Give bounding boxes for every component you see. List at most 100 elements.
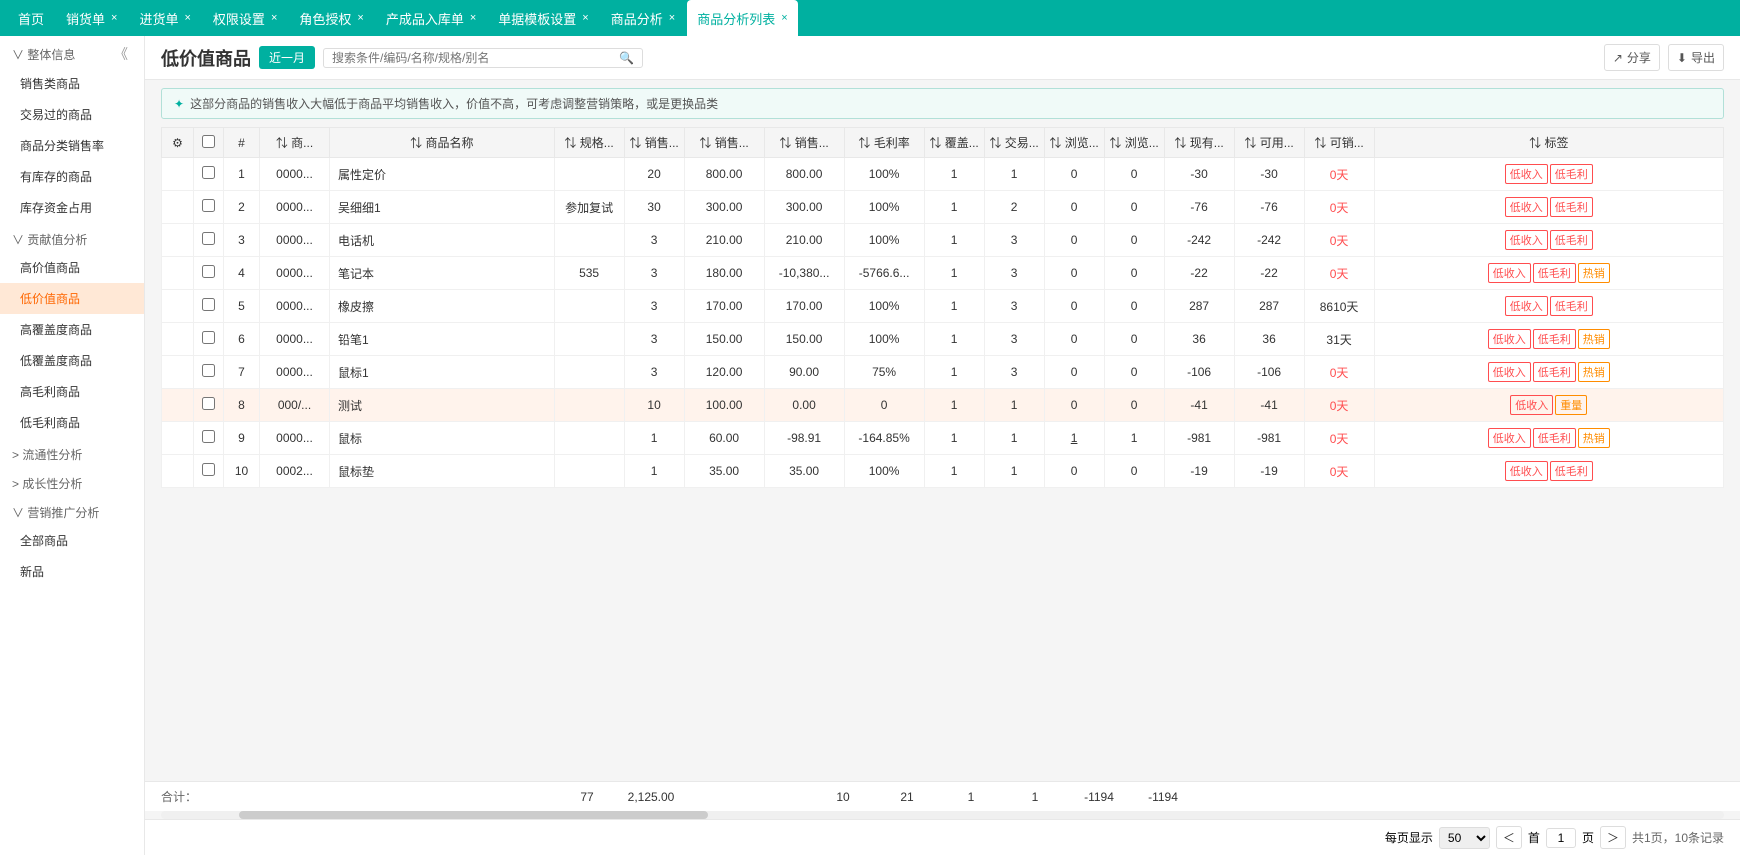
export-btn[interactable]: ⬇ 导出 bbox=[1668, 44, 1724, 71]
sidebar-group-flow[interactable]: > 流通性分析 bbox=[0, 438, 144, 467]
nav-purchase-close[interactable]: × bbox=[184, 12, 190, 24]
sidebar-group-contribution[interactable]: ∨ 贡献值分析 bbox=[0, 223, 144, 252]
col-code[interactable]: ⇅ 商... bbox=[260, 128, 330, 158]
row-checkbox[interactable] bbox=[202, 397, 215, 410]
cell-cover: 1 bbox=[924, 158, 984, 191]
cell-check[interactable] bbox=[194, 389, 224, 422]
cell-check[interactable] bbox=[194, 323, 224, 356]
sidebar-item-sales-goods[interactable]: 销售类商品 bbox=[0, 68, 144, 99]
sidebar-item-category-sales[interactable]: 商品分类销售率 bbox=[0, 130, 144, 161]
cell-name: 鼠标垫 bbox=[330, 455, 555, 488]
row-checkbox[interactable] bbox=[202, 166, 215, 179]
page-next-btn[interactable]: ＞ bbox=[1600, 826, 1626, 849]
sidebar-item-low-margin[interactable]: 低毛利商品 bbox=[0, 407, 144, 438]
tag-低毛利: 低毛利 bbox=[1550, 296, 1593, 316]
page-prev-btn[interactable]: ＜ bbox=[1496, 826, 1522, 849]
sidebar-group-marketing[interactable]: ∨ 营销推广分析 bbox=[0, 496, 144, 525]
nav-analysis[interactable]: 商品分析 × bbox=[601, 0, 685, 36]
nav-permission-close[interactable]: × bbox=[271, 12, 277, 24]
cell-check[interactable] bbox=[194, 422, 224, 455]
browse1-link[interactable]: 1 bbox=[1071, 431, 1078, 445]
sidebar-item-high-coverage[interactable]: 高覆盖度商品 bbox=[0, 314, 144, 345]
tag-低毛利: 低毛利 bbox=[1533, 263, 1576, 283]
nav-role[interactable]: 角色授权 × bbox=[289, 0, 373, 36]
col-trade[interactable]: ⇅ 交易... bbox=[984, 128, 1044, 158]
nav-analysis-close[interactable]: × bbox=[669, 12, 675, 24]
col-s3[interactable]: ⇅ 销售... bbox=[764, 128, 844, 158]
cell-check[interactable] bbox=[194, 455, 224, 488]
col-cover[interactable]: ⇅ 覆盖... bbox=[924, 128, 984, 158]
sidebar-item-traded-goods[interactable]: 交易过的商品 bbox=[0, 99, 144, 130]
nav-sales-close[interactable]: × bbox=[111, 12, 117, 24]
cell-s1: 1 bbox=[624, 455, 684, 488]
page-title: 低价值商品 bbox=[161, 45, 251, 71]
col-spec[interactable]: ⇅ 规格... bbox=[554, 128, 624, 158]
col-b2[interactable]: ⇅ 浏览... bbox=[1104, 128, 1164, 158]
cell-check[interactable] bbox=[194, 224, 224, 257]
cell-check[interactable] bbox=[194, 158, 224, 191]
col-check-all[interactable] bbox=[194, 128, 224, 158]
nav-template[interactable]: 单据模板设置 × bbox=[488, 0, 598, 36]
row-checkbox[interactable] bbox=[202, 199, 215, 212]
nav-purchase[interactable]: 进货单 × bbox=[129, 0, 200, 36]
row-checkbox[interactable] bbox=[202, 232, 215, 245]
nav-sales[interactable]: 销货单 × bbox=[56, 0, 127, 36]
cell-s2: 35.00 bbox=[684, 455, 764, 488]
col-st1[interactable]: ⇅ 现有... bbox=[1164, 128, 1234, 158]
row-checkbox[interactable] bbox=[202, 430, 215, 443]
col-st3[interactable]: ⇅ 可销... bbox=[1304, 128, 1374, 158]
sidebar-group-overall[interactable]: ∨ 整体信息 《 bbox=[0, 36, 144, 68]
cell-check[interactable] bbox=[194, 356, 224, 389]
check-all[interactable] bbox=[202, 135, 215, 148]
nav-role-close[interactable]: × bbox=[357, 12, 363, 24]
cell-b1[interactable]: 1 bbox=[1044, 422, 1104, 455]
col-b1[interactable]: ⇅ 浏览... bbox=[1044, 128, 1104, 158]
cell-spec bbox=[554, 422, 624, 455]
sidebar-item-stock-capital[interactable]: 库存资金占用 bbox=[0, 192, 144, 223]
cell-check[interactable] bbox=[194, 191, 224, 224]
cell-s2: 120.00 bbox=[684, 356, 764, 389]
col-name[interactable]: ⇅ 商品名称 bbox=[330, 128, 555, 158]
row-checkbox[interactable] bbox=[202, 331, 215, 344]
page-number-input[interactable] bbox=[1546, 828, 1576, 848]
col-margin[interactable]: ⇅ 毛利率 bbox=[844, 128, 924, 158]
nav-analysis-list-close[interactable]: × bbox=[781, 12, 787, 24]
nav-stock-in-close[interactable]: × bbox=[470, 12, 476, 24]
nav-analysis-list[interactable]: 商品分析列表 × bbox=[687, 0, 797, 36]
cell-st2: -106 bbox=[1234, 356, 1304, 389]
col-s1[interactable]: ⇅ 销售... bbox=[624, 128, 684, 158]
filter-btn[interactable]: 近一月 bbox=[259, 46, 315, 69]
col-settings[interactable]: ⚙ bbox=[162, 128, 194, 158]
table-row: 6 0000... 铅笔1 3 150.00 150.00 100% 1 3 0… bbox=[162, 323, 1724, 356]
nav-home[interactable]: 首页 bbox=[8, 0, 54, 36]
per-page-select[interactable]: 50 100 200 bbox=[1439, 827, 1490, 849]
nav-stock-in[interactable]: 产成品入库单 × bbox=[376, 0, 486, 36]
sidebar-item-all-goods[interactable]: 全部商品 bbox=[0, 525, 144, 556]
nav-template-close[interactable]: × bbox=[582, 12, 588, 24]
sidebar-group-growth[interactable]: > 成长性分析 bbox=[0, 467, 144, 496]
cell-check[interactable] bbox=[194, 257, 224, 290]
col-st2[interactable]: ⇅ 可用... bbox=[1234, 128, 1304, 158]
cell-s3: 35.00 bbox=[764, 455, 844, 488]
sidebar-item-stock-goods[interactable]: 有库存的商品 bbox=[0, 161, 144, 192]
tag-重量: 重量 bbox=[1555, 395, 1587, 415]
sidebar-item-low-value[interactable]: 低价值商品 bbox=[0, 283, 144, 314]
search-input[interactable] bbox=[332, 51, 619, 65]
sidebar-item-low-coverage[interactable]: 低覆盖度商品 bbox=[0, 345, 144, 376]
row-checkbox[interactable] bbox=[202, 265, 215, 278]
cell-name: 电话机 bbox=[330, 224, 555, 257]
row-checkbox[interactable] bbox=[202, 463, 215, 476]
search-icon[interactable]: 🔍 bbox=[619, 51, 634, 65]
sidebar-item-new-goods[interactable]: 新品 bbox=[0, 556, 144, 587]
sidebar-collapse-overall[interactable]: 《 bbox=[110, 44, 132, 64]
nav-permission[interactable]: 权限设置 × bbox=[203, 0, 287, 36]
sidebar-item-high-value[interactable]: 高价值商品 bbox=[0, 252, 144, 283]
export-label: 导出 bbox=[1691, 49, 1715, 66]
col-s2[interactable]: ⇅ 销售... bbox=[684, 128, 764, 158]
row-checkbox[interactable] bbox=[202, 298, 215, 311]
sidebar-item-high-margin[interactable]: 高毛利商品 bbox=[0, 376, 144, 407]
cell-settings bbox=[162, 224, 194, 257]
share-btn[interactable]: ↗ 分享 bbox=[1604, 44, 1660, 71]
cell-check[interactable] bbox=[194, 290, 224, 323]
row-checkbox[interactable] bbox=[202, 364, 215, 377]
